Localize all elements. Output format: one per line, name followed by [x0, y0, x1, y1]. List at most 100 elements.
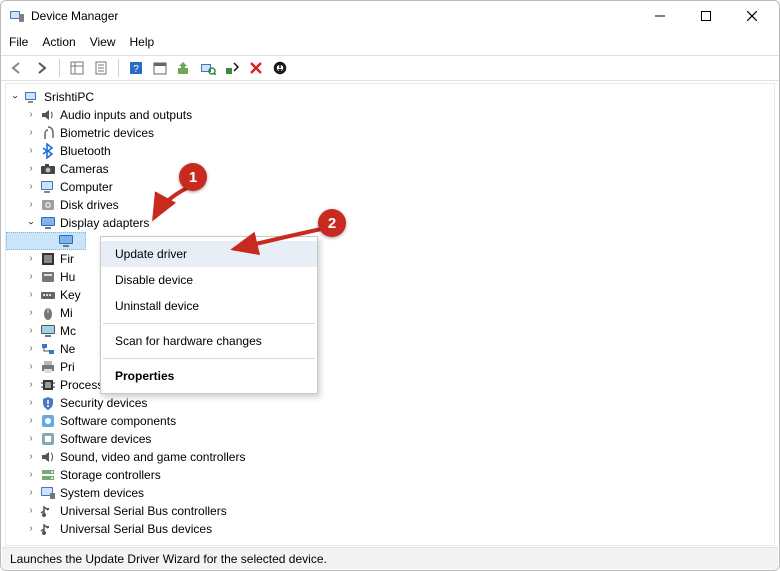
menu-file[interactable]: File — [9, 35, 28, 49]
expander-icon[interactable]: › — [24, 450, 38, 464]
tree-node[interactable]: ›Audio inputs and outputs — [6, 106, 774, 124]
tree-node[interactable]: › Computer — [6, 178, 774, 196]
tree-node-label: Display adapters — [60, 216, 149, 230]
help-button[interactable]: ? — [125, 57, 147, 79]
toolbar: ? — [1, 55, 779, 81]
context-menu-item[interactable]: Properties — [101, 363, 317, 389]
expander-icon[interactable]: › — [24, 378, 38, 392]
expander-icon[interactable]: › — [24, 216, 38, 230]
menu-view[interactable]: View — [90, 35, 116, 49]
back-button[interactable] — [7, 57, 29, 79]
statusbar-text: Launches the Update Driver Wizard for th… — [10, 552, 327, 566]
computer-root-icon — [24, 89, 40, 105]
scan-hardware-button[interactable] — [197, 57, 219, 79]
tree-node[interactable]: › Disk drives — [6, 196, 774, 214]
expander-icon[interactable]: › — [24, 486, 38, 500]
softdev-icon — [40, 431, 56, 447]
update-driver-button[interactable] — [173, 57, 195, 79]
tree-node-label: Mi — [60, 306, 73, 320]
expander-icon[interactable]: › — [24, 306, 38, 320]
expander-icon[interactable]: › — [24, 432, 38, 446]
enable-device-button[interactable] — [221, 57, 243, 79]
tree-node-label: Disk drives — [60, 198, 119, 212]
expander-icon[interactable]: › — [24, 180, 38, 194]
expander-icon[interactable]: › — [24, 252, 38, 266]
context-menu-item[interactable]: Uninstall device — [101, 293, 317, 319]
tree-node[interactable]: ›Storage controllers — [6, 466, 774, 484]
tree-node-label: Ne — [60, 342, 75, 356]
expander-icon[interactable]: › — [24, 468, 38, 482]
system-icon — [40, 485, 56, 501]
expander-icon[interactable]: › — [24, 198, 38, 212]
expander-icon — [42, 234, 56, 248]
expander-icon[interactable]: › — [24, 396, 38, 410]
tree-node-label: Sound, video and game controllers — [60, 450, 245, 464]
context-menu-separator — [103, 323, 315, 324]
tree-node[interactable]: ›Software components — [6, 412, 774, 430]
expander-icon[interactable]: › — [24, 342, 38, 356]
tree-node-label: Computer — [60, 180, 113, 194]
show-hidden-button[interactable] — [66, 57, 88, 79]
minimize-button[interactable] — [637, 1, 683, 31]
expander-icon[interactable]: › — [24, 288, 38, 302]
context-menu-separator — [103, 358, 315, 359]
app-icon — [9, 8, 25, 24]
bluetooth-icon — [40, 143, 56, 159]
expander-icon[interactable]: › — [8, 90, 22, 104]
forward-button[interactable] — [31, 57, 53, 79]
tree-node[interactable]: › Display adapters — [6, 214, 774, 232]
tree-node[interactable]: ›Universal Serial Bus controllers — [6, 502, 774, 520]
expander-icon[interactable]: › — [24, 522, 38, 536]
context-menu-item[interactable]: Scan for hardware changes — [101, 328, 317, 354]
tree-node[interactable]: › Sound, video and game controllers — [6, 448, 774, 466]
maximize-button[interactable] — [683, 1, 729, 31]
tree-node[interactable]: › System devices — [6, 484, 774, 502]
expander-icon[interactable]: › — [24, 414, 38, 428]
finger-icon — [40, 125, 56, 141]
properties-button[interactable] — [90, 57, 112, 79]
hid-icon — [40, 269, 56, 285]
expander-icon[interactable]: › — [24, 126, 38, 140]
tree-node[interactable]: ›Universal Serial Bus devices — [6, 520, 774, 538]
menu-help[interactable]: Help — [130, 35, 155, 49]
titlebar: Device Manager — [1, 1, 779, 31]
close-button[interactable] — [729, 1, 775, 31]
uninstall-device-button[interactable] — [245, 57, 267, 79]
svg-text:?: ? — [133, 64, 139, 75]
mouse-icon — [40, 305, 56, 321]
annotation-badge-1: 1 — [179, 163, 207, 191]
tree-node[interactable]: ›Bluetooth — [6, 142, 774, 160]
tree-node-selected[interactable] — [6, 232, 86, 250]
computer-icon — [40, 179, 56, 195]
firmware-icon — [40, 251, 56, 267]
expander-icon[interactable]: › — [24, 504, 38, 518]
expander-icon[interactable]: › — [24, 360, 38, 374]
tree-node-label: Biometric devices — [60, 126, 154, 140]
tree-node[interactable]: › Biometric devices — [6, 124, 774, 142]
annotation-badge-2: 2 — [318, 209, 346, 237]
context-menu-item[interactable]: Update driver — [101, 241, 317, 267]
tree-node[interactable]: ›Software devices — [6, 430, 774, 448]
usb-icon — [40, 503, 56, 519]
tree-node[interactable]: › Cameras — [6, 160, 774, 178]
tree-node-label: Security devices — [60, 396, 147, 410]
tree-root-label: SrishtiPC — [44, 90, 94, 104]
date-button[interactable] — [149, 57, 171, 79]
cpu-icon — [40, 377, 56, 393]
expander-icon[interactable]: › — [24, 108, 38, 122]
tree-node-label: Cameras — [60, 162, 109, 176]
expander-icon[interactable]: › — [24, 270, 38, 284]
tree-node[interactable]: › Security devices — [6, 394, 774, 412]
tree-root[interactable]: › SrishtiPC — [6, 88, 774, 106]
expander-icon[interactable]: › — [24, 144, 38, 158]
disable-device-button[interactable] — [269, 57, 291, 79]
tree-node-label: Pri — [60, 360, 75, 374]
toolbar-separator — [118, 59, 119, 77]
menu-action[interactable]: Action — [42, 35, 75, 49]
expander-icon[interactable]: › — [24, 324, 38, 338]
tree-node-label: System devices — [60, 486, 144, 500]
expander-icon[interactable]: › — [24, 162, 38, 176]
monitor-icon — [40, 323, 56, 339]
context-menu-item[interactable]: Disable device — [101, 267, 317, 293]
context-menu: Update driverDisable deviceUninstall dev… — [100, 236, 318, 394]
